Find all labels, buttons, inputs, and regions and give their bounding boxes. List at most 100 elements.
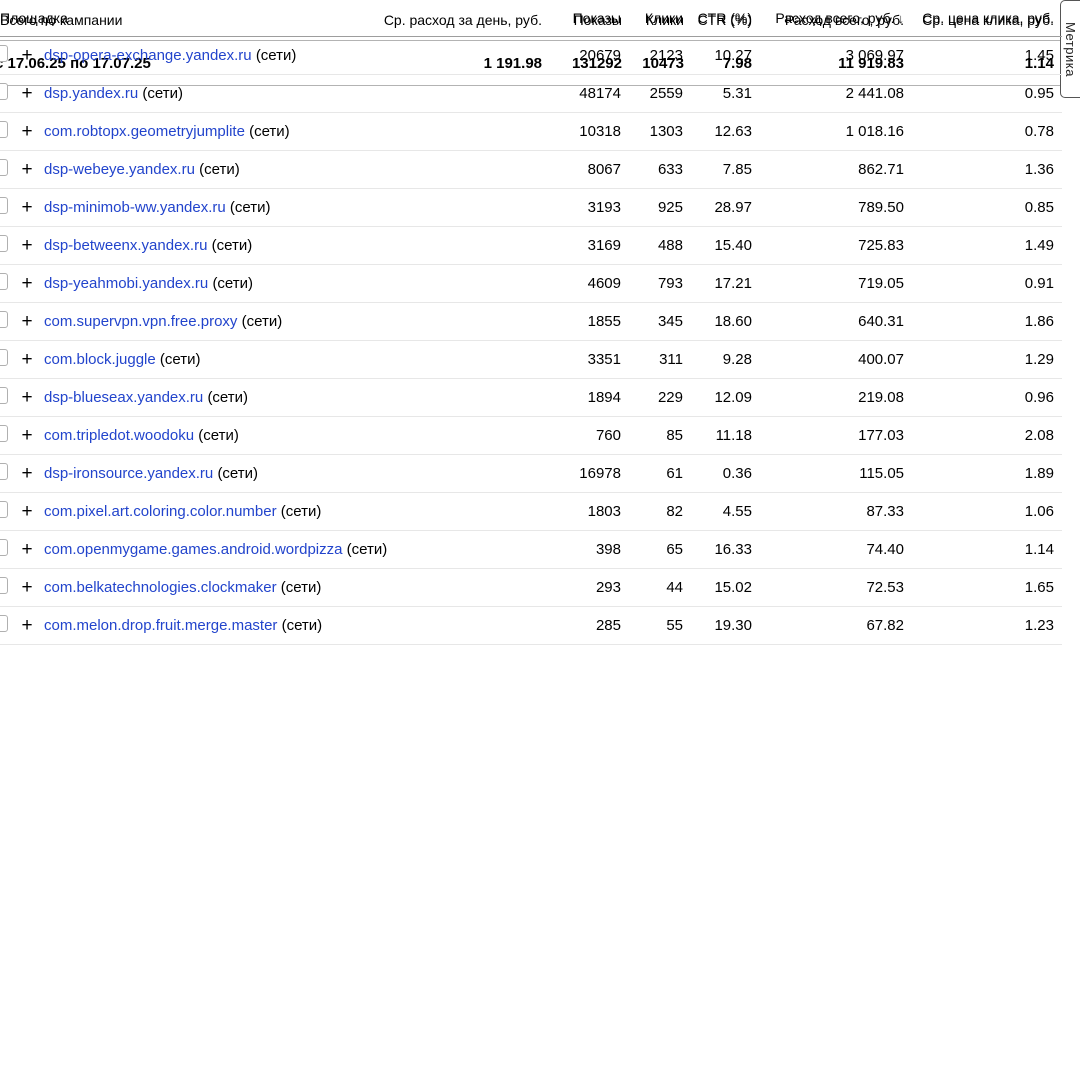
site-network-label: (сети) bbox=[159, 351, 201, 368]
site-network-label: (сети) bbox=[207, 389, 249, 406]
site-network-label: (сети) bbox=[142, 85, 183, 102]
site-link[interactable]: dsp-opera-exchange.yandex.ru bbox=[44, 47, 252, 64]
col-impressions[interactable]: Показы bbox=[541, 10, 621, 26]
row-checkbox[interactable] bbox=[0, 311, 8, 328]
clicks-value: 2559 bbox=[649, 85, 683, 102]
cpc-value: 1.86 bbox=[1024, 313, 1054, 330]
impressions-value: 1803 bbox=[587, 503, 621, 520]
expand-plus-icon[interactable]: + bbox=[10, 426, 44, 445]
site-link[interactable]: dsp-yeahmobi.yandex.ru bbox=[44, 275, 208, 292]
clicks-value: 229 bbox=[657, 389, 683, 406]
expand-plus-icon[interactable]: + bbox=[10, 274, 44, 293]
spend-value: 3 069.97 bbox=[845, 47, 904, 64]
col-placement[interactable]: Площадка bbox=[0, 10, 541, 26]
cpc-value: 0.91 bbox=[1024, 275, 1054, 292]
table-row: + dsp-yeahmobi.yandex.ru (сети) 4609 793… bbox=[0, 265, 1062, 303]
site-link[interactable]: com.belkatechnologies.clockmaker bbox=[44, 579, 277, 596]
row-checkbox[interactable] bbox=[0, 235, 8, 252]
site-link[interactable]: com.robtopx.geometryjumplite bbox=[44, 123, 245, 140]
row-checkbox[interactable] bbox=[0, 577, 8, 594]
expand-plus-icon[interactable]: + bbox=[10, 350, 44, 369]
table-row: + com.block.juggle (сети) 3351 311 9.28 … bbox=[0, 341, 1062, 379]
ctr-value: 12.09 bbox=[714, 389, 752, 406]
impressions-value: 10318 bbox=[579, 123, 621, 140]
site-link[interactable]: dsp.yandex.ru bbox=[44, 85, 138, 102]
placements-body: + dsp-opera-exchange.yandex.ru (сети) 20… bbox=[0, 37, 1062, 645]
site-link[interactable]: com.openmygame.games.android.wordpizza bbox=[44, 541, 342, 558]
impressions-value: 3351 bbox=[587, 351, 621, 368]
ctr-value: 17.21 bbox=[714, 275, 752, 292]
table-row: + dsp.yandex.ru (сети) 48174 2559 5.31 2… bbox=[0, 75, 1062, 113]
site-link[interactable]: com.block.juggle bbox=[44, 351, 156, 368]
site-network-label: (сети) bbox=[346, 541, 388, 558]
expand-plus-icon[interactable]: + bbox=[10, 198, 44, 217]
expand-plus-icon[interactable]: + bbox=[10, 502, 44, 521]
expand-plus-icon[interactable]: + bbox=[10, 616, 44, 635]
row-checkbox[interactable] bbox=[0, 615, 8, 632]
table-row: + com.openmygame.games.android.wordpizza… bbox=[0, 531, 1062, 569]
expand-plus-icon[interactable]: + bbox=[10, 84, 44, 103]
impressions-value: 16978 bbox=[579, 465, 621, 482]
cpc-value: 0.85 bbox=[1024, 199, 1054, 216]
row-checkbox[interactable] bbox=[0, 273, 8, 290]
site-link[interactable]: com.supervpn.vpn.free.proxy bbox=[44, 313, 237, 330]
spend-value: 87.33 bbox=[866, 503, 904, 520]
impressions-value: 20679 bbox=[579, 47, 621, 64]
expand-plus-icon[interactable]: + bbox=[10, 312, 44, 331]
spend-value: 725.83 bbox=[858, 237, 904, 254]
row-checkbox[interactable] bbox=[0, 83, 8, 100]
ctr-value: 15.40 bbox=[714, 237, 752, 254]
row-checkbox[interactable] bbox=[0, 463, 8, 480]
col-ctr[interactable]: CTR (%) bbox=[683, 10, 752, 26]
expand-plus-icon[interactable]: + bbox=[10, 236, 44, 255]
ctr-value: 4.55 bbox=[722, 503, 752, 520]
expand-plus-icon[interactable]: + bbox=[10, 122, 44, 141]
clicks-value: 44 bbox=[666, 579, 683, 596]
site-link[interactable]: dsp-blueseax.yandex.ru bbox=[44, 389, 203, 406]
row-checkbox[interactable] bbox=[0, 501, 8, 518]
site-link[interactable]: com.tripledot.woodoku bbox=[44, 427, 194, 444]
cpc-value: 0.95 bbox=[1024, 85, 1054, 102]
row-checkbox[interactable] bbox=[0, 349, 8, 366]
clicks-value: 1303 bbox=[649, 123, 683, 140]
col-total-spend[interactable]: Расход всего, руб. ↓ bbox=[752, 10, 904, 26]
table-row: + dsp-blueseax.yandex.ru (сети) 1894 229… bbox=[0, 379, 1062, 417]
table-row: + dsp-betweenx.yandex.ru (сети) 3169 488… bbox=[0, 227, 1062, 265]
metrika-side-tab[interactable]: Метрика bbox=[1060, 0, 1080, 98]
row-checkbox[interactable] bbox=[0, 425, 8, 442]
ctr-value: 16.33 bbox=[714, 541, 752, 558]
expand-plus-icon[interactable]: + bbox=[10, 46, 44, 65]
clicks-value: 793 bbox=[657, 275, 683, 292]
row-checkbox[interactable] bbox=[0, 159, 8, 176]
site-link[interactable]: dsp-webeye.yandex.ru bbox=[44, 161, 195, 178]
site-link[interactable]: dsp-ironsource.yandex.ru bbox=[44, 465, 213, 482]
site-link[interactable]: dsp-minimob-ww.yandex.ru bbox=[44, 199, 226, 216]
row-checkbox[interactable] bbox=[0, 121, 8, 138]
table-row: + com.pixel.art.coloring.color.number (с… bbox=[0, 493, 1062, 531]
site-link[interactable]: com.pixel.art.coloring.color.number bbox=[44, 503, 277, 520]
site-link[interactable]: com.melon.drop.fruit.merge.master bbox=[44, 617, 277, 634]
spend-value: 400.07 bbox=[858, 351, 904, 368]
site-link[interactable]: dsp-betweenx.yandex.ru bbox=[44, 237, 207, 254]
row-checkbox[interactable] bbox=[0, 539, 8, 556]
spend-value: 219.08 bbox=[858, 389, 904, 406]
expand-plus-icon[interactable]: + bbox=[10, 540, 44, 559]
row-checkbox[interactable] bbox=[0, 45, 8, 62]
metrika-tab-label: Метрика bbox=[1063, 21, 1078, 77]
col-clicks[interactable]: Клики bbox=[621, 10, 683, 26]
col-cpc[interactable]: Ср. цена клика, руб. bbox=[904, 10, 1054, 26]
cpc-value: 1.49 bbox=[1024, 237, 1054, 254]
expand-plus-icon[interactable]: + bbox=[10, 160, 44, 179]
cpc-value: 1.23 bbox=[1024, 617, 1054, 634]
expand-plus-icon[interactable]: + bbox=[10, 578, 44, 597]
table-row: + dsp-webeye.yandex.ru (сети) 8067 633 7… bbox=[0, 151, 1062, 189]
cpc-value: 1.06 bbox=[1024, 503, 1054, 520]
row-checkbox[interactable] bbox=[0, 197, 8, 214]
spend-value: 719.05 bbox=[858, 275, 904, 292]
expand-plus-icon[interactable]: + bbox=[10, 464, 44, 483]
site-network-label: (сети) bbox=[198, 427, 239, 444]
expand-plus-icon[interactable]: + bbox=[10, 388, 44, 407]
row-checkbox[interactable] bbox=[0, 387, 8, 404]
table-row: + dsp-opera-exchange.yandex.ru (сети) 20… bbox=[0, 37, 1062, 75]
site-network-label: (сети) bbox=[280, 503, 322, 520]
